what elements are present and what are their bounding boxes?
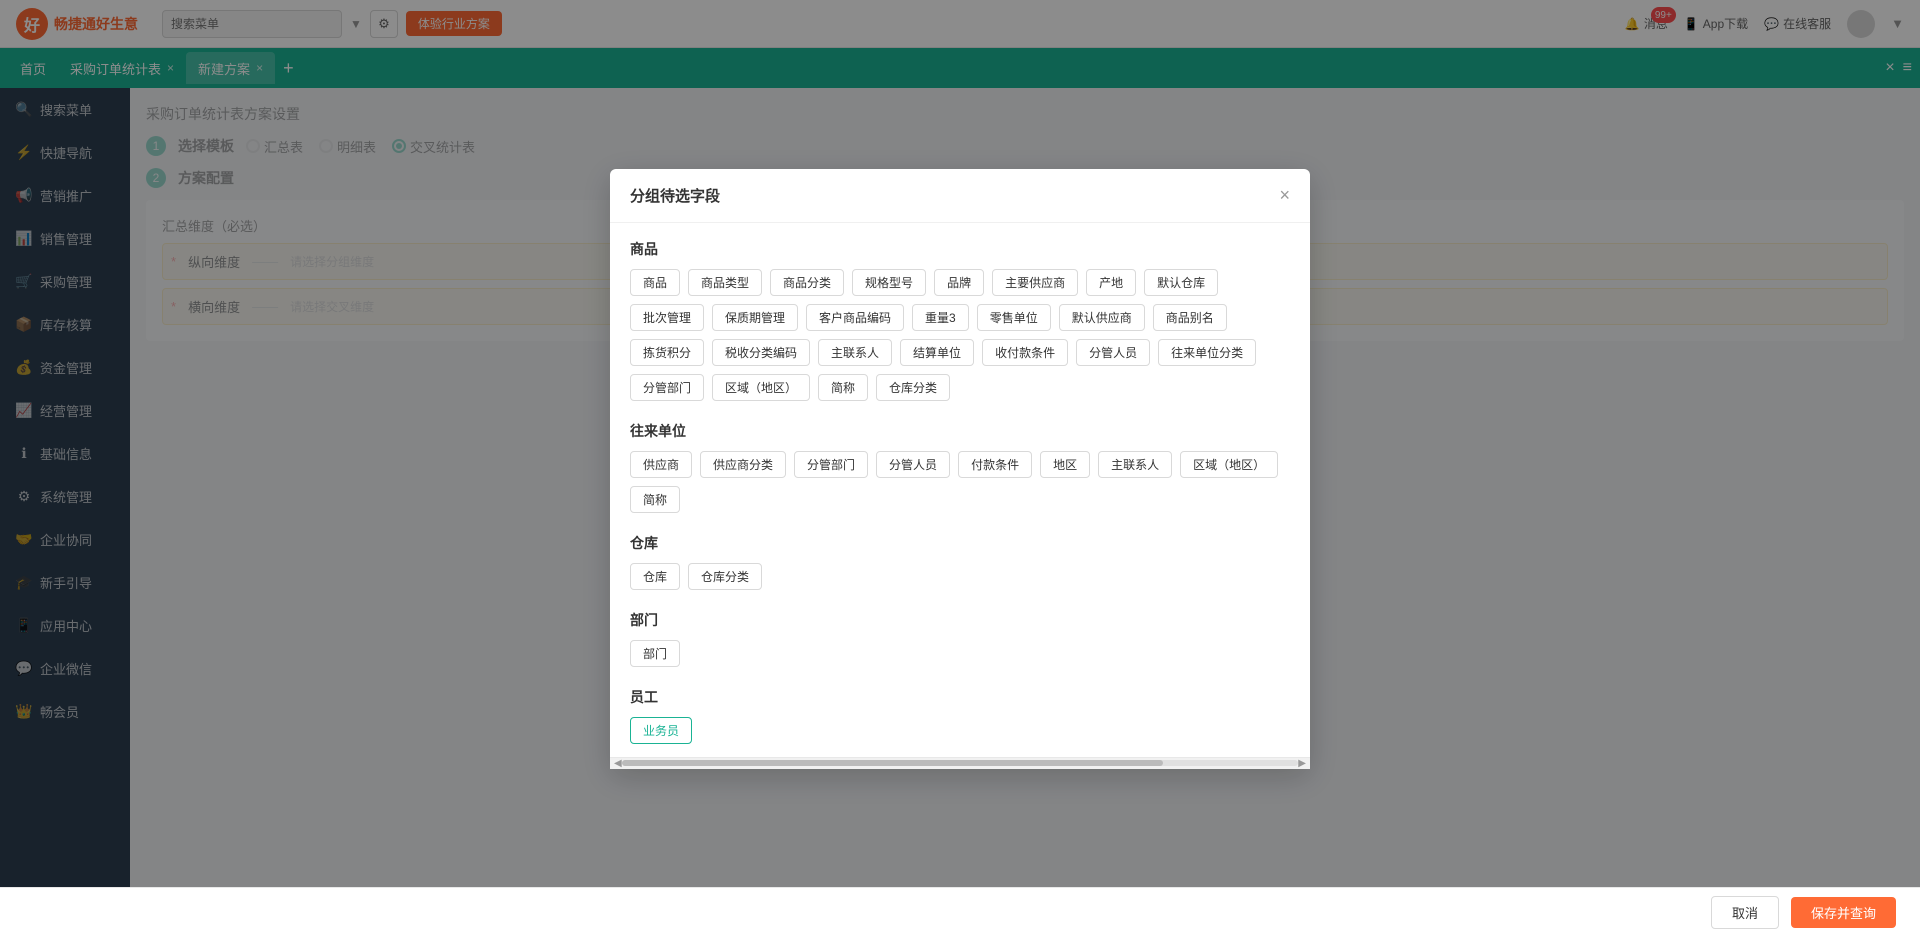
section-partner: 往来单位 供应商 供应商分类 分管部门 分管人员 付款条件 地区 主联系人 区域… xyxy=(630,421,1290,513)
section-product-title: 商品 xyxy=(630,239,1290,259)
dept-fields-grid: 部门 xyxy=(630,640,1290,667)
modal-header: 分组待选字段 × xyxy=(610,169,1310,223)
field-tag-product[interactable]: 商品 xyxy=(630,269,680,296)
field-tag-department[interactable]: 部门 xyxy=(630,640,680,667)
field-tag-default-supplier[interactable]: 默认供应商 xyxy=(1059,304,1145,331)
section-employee-title: 员工 xyxy=(630,687,1290,707)
field-tag-default-wh[interactable]: 默认仓库 xyxy=(1144,269,1218,296)
field-select-modal: 分组待选字段 × 商品 商品 商品类型 商品分类 规格型号 品牌 主要供应商 产… xyxy=(610,169,1310,769)
field-tag-product-category[interactable]: 商品分类 xyxy=(770,269,844,296)
product-fields-grid: 商品 商品类型 商品分类 规格型号 品牌 主要供应商 产地 默认仓库 批次管理 … xyxy=(630,269,1290,401)
modal-overlay: 分组待选字段 × 商品 商品 商品类型 商品分类 规格型号 品牌 主要供应商 产… xyxy=(0,0,1920,937)
modal-close-button[interactable]: × xyxy=(1279,185,1290,206)
scroll-right-arrow[interactable]: ▶ xyxy=(1298,758,1306,769)
field-tag-retail-unit[interactable]: 零售单位 xyxy=(977,304,1051,331)
field-tag-main-contact[interactable]: 主联系人 xyxy=(818,339,892,366)
field-tag-expiry-mgmt[interactable]: 保质期管理 xyxy=(712,304,798,331)
field-tag-batch-mgmt[interactable]: 批次管理 xyxy=(630,304,704,331)
field-tag-weight3[interactable]: 重量3 xyxy=(912,304,969,331)
modal-title: 分组待选字段 xyxy=(630,185,720,206)
modal-horizontal-scrollbar[interactable]: ◀ ▶ xyxy=(610,757,1310,769)
field-tag-salesperson[interactable]: 业务员 xyxy=(630,717,692,744)
field-tag-dept[interactable]: 分管部门 xyxy=(630,374,704,401)
cancel-button[interactable]: 取消 xyxy=(1711,896,1779,929)
field-tag-payment-terms[interactable]: 收付款条件 xyxy=(982,339,1068,366)
field-tag-customer-code[interactable]: 客户商品编码 xyxy=(806,304,904,331)
field-tag-main-contact2[interactable]: 主联系人 xyxy=(1098,451,1172,478)
field-tag-brand[interactable]: 品牌 xyxy=(934,269,984,296)
field-tag-wh-category[interactable]: 仓库分类 xyxy=(876,374,950,401)
modal-body: 商品 商品 商品类型 商品分类 规格型号 品牌 主要供应商 产地 默认仓库 批次… xyxy=(610,223,1310,757)
section-warehouse-title: 仓库 xyxy=(630,533,1290,553)
warehouse-fields-grid: 仓库 仓库分类 xyxy=(630,563,1290,590)
partner-fields-grid: 供应商 供应商分类 分管部门 分管人员 付款条件 地区 主联系人 区域（地区） … xyxy=(630,451,1290,513)
field-tag-warehouse[interactable]: 仓库 xyxy=(630,563,680,590)
scroll-left-arrow[interactable]: ◀ xyxy=(614,758,622,769)
field-tag-supervisor2[interactable]: 分管人员 xyxy=(876,451,950,478)
field-tag-tax-code[interactable]: 税收分类编码 xyxy=(712,339,810,366)
field-tag-region[interactable]: 区域（地区） xyxy=(712,374,810,401)
field-tag-pick-score[interactable]: 拣货积分 xyxy=(630,339,704,366)
scroll-track xyxy=(622,760,1299,766)
field-tag-alias[interactable]: 商品别名 xyxy=(1153,304,1227,331)
field-tag-region2[interactable]: 区域（地区） xyxy=(1180,451,1278,478)
field-tag-main-supplier[interactable]: 主要供应商 xyxy=(992,269,1078,296)
section-dept-title: 部门 xyxy=(630,610,1290,630)
scroll-thumb-horizontal xyxy=(622,760,1163,766)
field-tag-supervisor[interactable]: 分管人员 xyxy=(1076,339,1150,366)
field-tag-short-name2[interactable]: 简称 xyxy=(630,486,680,513)
field-tag-supplier-category[interactable]: 供应商分类 xyxy=(700,451,786,478)
field-tag-spec-model[interactable]: 规格型号 xyxy=(852,269,926,296)
bottom-bar: 取消 保存并查询 xyxy=(0,887,1920,937)
field-tag-product-type[interactable]: 商品类型 xyxy=(688,269,762,296)
field-tag-area[interactable]: 地区 xyxy=(1040,451,1090,478)
field-tag-supplier[interactable]: 供应商 xyxy=(630,451,692,478)
field-tag-short-name[interactable]: 简称 xyxy=(818,374,868,401)
field-tag-warehouse-cat[interactable]: 仓库分类 xyxy=(688,563,762,590)
confirm-button[interactable]: 保存并查询 xyxy=(1791,897,1896,928)
section-partner-title: 往来单位 xyxy=(630,421,1290,441)
field-tag-settlement-unit[interactable]: 结算单位 xyxy=(900,339,974,366)
field-tag-partner-category[interactable]: 往来单位分类 xyxy=(1158,339,1256,366)
field-tag-payment-cond[interactable]: 付款条件 xyxy=(958,451,1032,478)
field-tag-dept2[interactable]: 分管部门 xyxy=(794,451,868,478)
employee-fields-grid: 业务员 xyxy=(630,717,1290,744)
field-tag-origin[interactable]: 产地 xyxy=(1086,269,1136,296)
section-product: 商品 商品 商品类型 商品分类 规格型号 品牌 主要供应商 产地 默认仓库 批次… xyxy=(630,239,1290,401)
section-employee: 员工 业务员 xyxy=(630,687,1290,744)
section-warehouse: 仓库 仓库 仓库分类 xyxy=(630,533,1290,590)
section-dept: 部门 部门 xyxy=(630,610,1290,667)
